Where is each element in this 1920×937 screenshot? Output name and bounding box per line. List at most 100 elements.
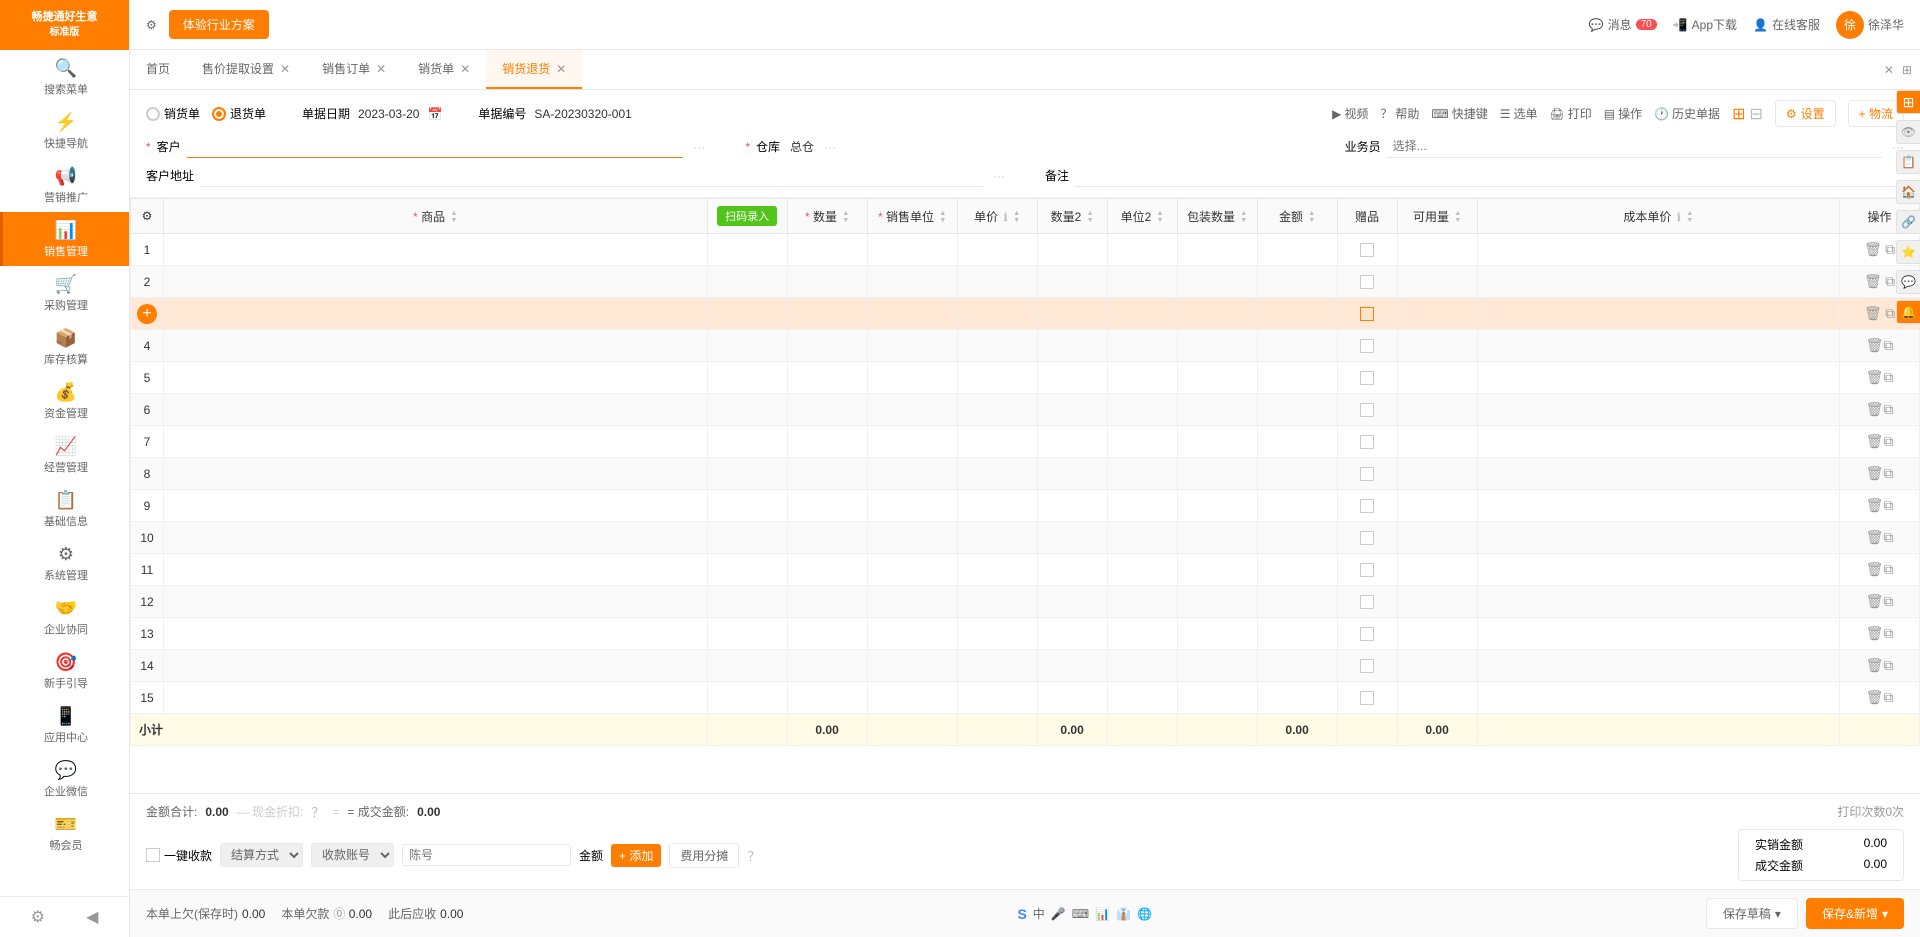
available-cell[interactable] <box>1397 266 1477 298</box>
print-btn[interactable]: 🖨 打印 <box>1549 105 1591 122</box>
delete-row-btn[interactable]: 🗑 <box>1866 369 1884 386</box>
right-tool-6[interactable]: 💬 <box>1896 270 1920 294</box>
delete-row-btn[interactable]: 🗑 <box>1864 273 1882 290</box>
sidebar-item-enterprise-wechat[interactable]: 💬 企业微信 <box>0 752 129 806</box>
fee-split-btn[interactable]: 费用分摊 <box>669 843 739 868</box>
pack-qty-cell[interactable] <box>1177 266 1257 298</box>
radio-sale-order[interactable]: 销货单 <box>146 105 200 122</box>
amount-cell[interactable] <box>1257 266 1337 298</box>
app-download-btn[interactable]: 📲 App下载 <box>1673 16 1737 33</box>
save-new-btn[interactable]: 保存&新增 ▾ <box>1806 898 1904 929</box>
gift-checkbox[interactable] <box>1360 659 1374 673</box>
delete-row-btn[interactable]: 🗑 <box>1864 305 1882 322</box>
sidebar-item-sales-mgmt[interactable]: 📊 销售管理 <box>0 212 129 266</box>
message-btn[interactable]: 💬 消息 70 <box>1589 16 1657 33</box>
unit-price-info-icon[interactable]: ℹ <box>1004 212 1008 224</box>
calendar-icon[interactable]: 📅 <box>427 107 442 121</box>
online-service-btn[interactable]: 👤 在线客服 <box>1753 16 1820 33</box>
sort-unit2-icon[interactable]: ▲▼ <box>1157 210 1164 224</box>
qty2-cell[interactable] <box>1037 234 1107 266</box>
salesperson-input[interactable] <box>1387 135 1882 158</box>
sort-pack-qty-icon[interactable]: ▲▼ <box>1240 210 1247 224</box>
unit2-cell[interactable] <box>1107 266 1177 298</box>
copy-row-btn[interactable]: ⧉ <box>1885 241 1895 258</box>
tab-close-icon[interactable]: ✕ <box>460 62 470 76</box>
customer-input[interactable] <box>187 135 684 158</box>
one-click-checkbox[interactable] <box>146 848 160 862</box>
copy-row-btn[interactable]: ⧉ <box>1883 657 1893 674</box>
sort-amount-icon[interactable]: ▲▼ <box>1308 210 1315 224</box>
add-row-btn[interactable]: + <box>137 304 157 324</box>
sort-qty2-icon[interactable]: ▲▼ <box>1087 210 1094 224</box>
sort-available-icon[interactable]: ▲▼ <box>1454 210 1461 224</box>
amount-cell[interactable] <box>1257 298 1337 330</box>
right-tool-active[interactable]: ⊞ <box>1896 90 1920 114</box>
available-cell[interactable] <box>1397 234 1477 266</box>
right-tool-4[interactable]: 🔗 <box>1896 210 1920 234</box>
sort-cost-price-icon[interactable]: ▲▼ <box>1686 210 1693 224</box>
amount-cell[interactable] <box>1257 234 1337 266</box>
table-settings-icon[interactable]: ⚙ <box>142 209 153 223</box>
gift-checkbox[interactable] <box>1360 339 1374 353</box>
qty-cell[interactable] <box>787 298 867 330</box>
right-tool-2[interactable]: 📋 <box>1896 150 1920 174</box>
copy-row-btn[interactable]: ⧉ <box>1883 689 1893 706</box>
save-draft-btn[interactable]: 保存草稿 ▾ <box>1706 898 1798 929</box>
delete-row-btn[interactable]: 🗑 <box>1866 465 1884 482</box>
sidebar-item-quick-nav[interactable]: ⚡ 快捷导航 <box>0 104 129 158</box>
pack-qty-cell[interactable] <box>1177 234 1257 266</box>
delete-row-btn[interactable]: 🗑 <box>1864 241 1882 258</box>
delete-row-btn[interactable]: 🗑 <box>1866 561 1884 578</box>
available-cell[interactable] <box>1397 298 1477 330</box>
copy-row-btn[interactable]: ⧉ <box>1883 337 1893 354</box>
customer-address-input[interactable] <box>200 164 983 187</box>
gift-cell[interactable] <box>1337 266 1397 298</box>
unit-price-cell[interactable] <box>957 234 1037 266</box>
grid-view-icon[interactable]: ⊟ <box>1749 104 1762 124</box>
sidebar-item-enterprise[interactable]: 🤝 企业协同 <box>0 590 129 644</box>
col-scan[interactable]: 扫码录入 <box>707 199 787 234</box>
delete-row-btn[interactable]: 🗑 <box>1866 625 1884 642</box>
cost-unit-price-cell[interactable] <box>1477 266 1839 298</box>
collapse-icon[interactable]: ◀ <box>86 907 98 927</box>
delete-row-btn[interactable]: 🗑 <box>1866 689 1884 706</box>
tab-sale-price-settings[interactable]: 售价提取设置 ✕ <box>186 50 306 89</box>
copy-row-btn[interactable]: ⧉ <box>1883 465 1893 482</box>
qty-cell[interactable] <box>787 234 867 266</box>
right-tool-5[interactable]: ⭐ <box>1896 240 1920 264</box>
goods-cell[interactable] <box>164 234 708 266</box>
unit2-cell[interactable] <box>1107 234 1177 266</box>
tab-close-icon[interactable]: ✕ <box>556 62 566 76</box>
settlement-select[interactable]: 结算方式 <box>220 843 303 867</box>
delete-row-btn[interactable]: 🗑 <box>1866 401 1884 418</box>
sidebar-item-ops[interactable]: 📈 经营管理 <box>0 428 129 482</box>
sort-sale-unit-icon[interactable]: ▲▼ <box>939 210 946 224</box>
delete-row-btn[interactable]: 🗑 <box>1866 337 1884 354</box>
qty2-cell[interactable] <box>1037 266 1107 298</box>
user-avatar[interactable]: 徐 徐泽华 <box>1836 11 1904 39</box>
sidebar-item-changyou-member[interactable]: 🎫 畅会员 <box>0 806 129 860</box>
copy-row-btn[interactable]: ⧉ <box>1883 369 1893 386</box>
sort-unit-price-icon[interactable]: ▲▼ <box>1013 210 1020 224</box>
cash-discount-info-icon[interactable]: ？ <box>311 802 324 821</box>
sale-unit-cell[interactable] <box>867 234 957 266</box>
address-more-icon[interactable]: ··· <box>993 169 1005 183</box>
sidebar-item-basic-info[interactable]: 📋 基础信息 <box>0 482 129 536</box>
unit2-cell[interactable] <box>1107 298 1177 330</box>
sidebar-item-purchase-mgmt[interactable]: 🛒 采购管理 <box>0 266 129 320</box>
tab-expand-icon[interactable]: ⊞ <box>1902 63 1912 77</box>
gift-checkbox[interactable] <box>1360 563 1374 577</box>
copy-row-btn[interactable]: ⧉ <box>1883 401 1893 418</box>
gift-checkbox[interactable] <box>1360 435 1374 449</box>
help-btn[interactable]: ？ 帮助 <box>1380 105 1419 122</box>
gift-checkbox[interactable] <box>1360 243 1374 257</box>
qty2-cell[interactable] <box>1037 298 1107 330</box>
copy-row-btn[interactable]: ⧉ <box>1883 433 1893 450</box>
sidebar-item-newbie[interactable]: 🎯 新手引导 <box>0 644 129 698</box>
goods-cell-input[interactable] <box>164 298 708 330</box>
sidebar-item-marketing[interactable]: 📢 营销推广 <box>0 158 129 212</box>
delete-row-btn[interactable]: 🗑 <box>1866 497 1884 514</box>
operate-btn[interactable]: ▤ 操作 <box>1604 105 1642 122</box>
sale-unit-cell[interactable] <box>867 266 957 298</box>
sale-unit-cell[interactable] <box>867 298 957 330</box>
